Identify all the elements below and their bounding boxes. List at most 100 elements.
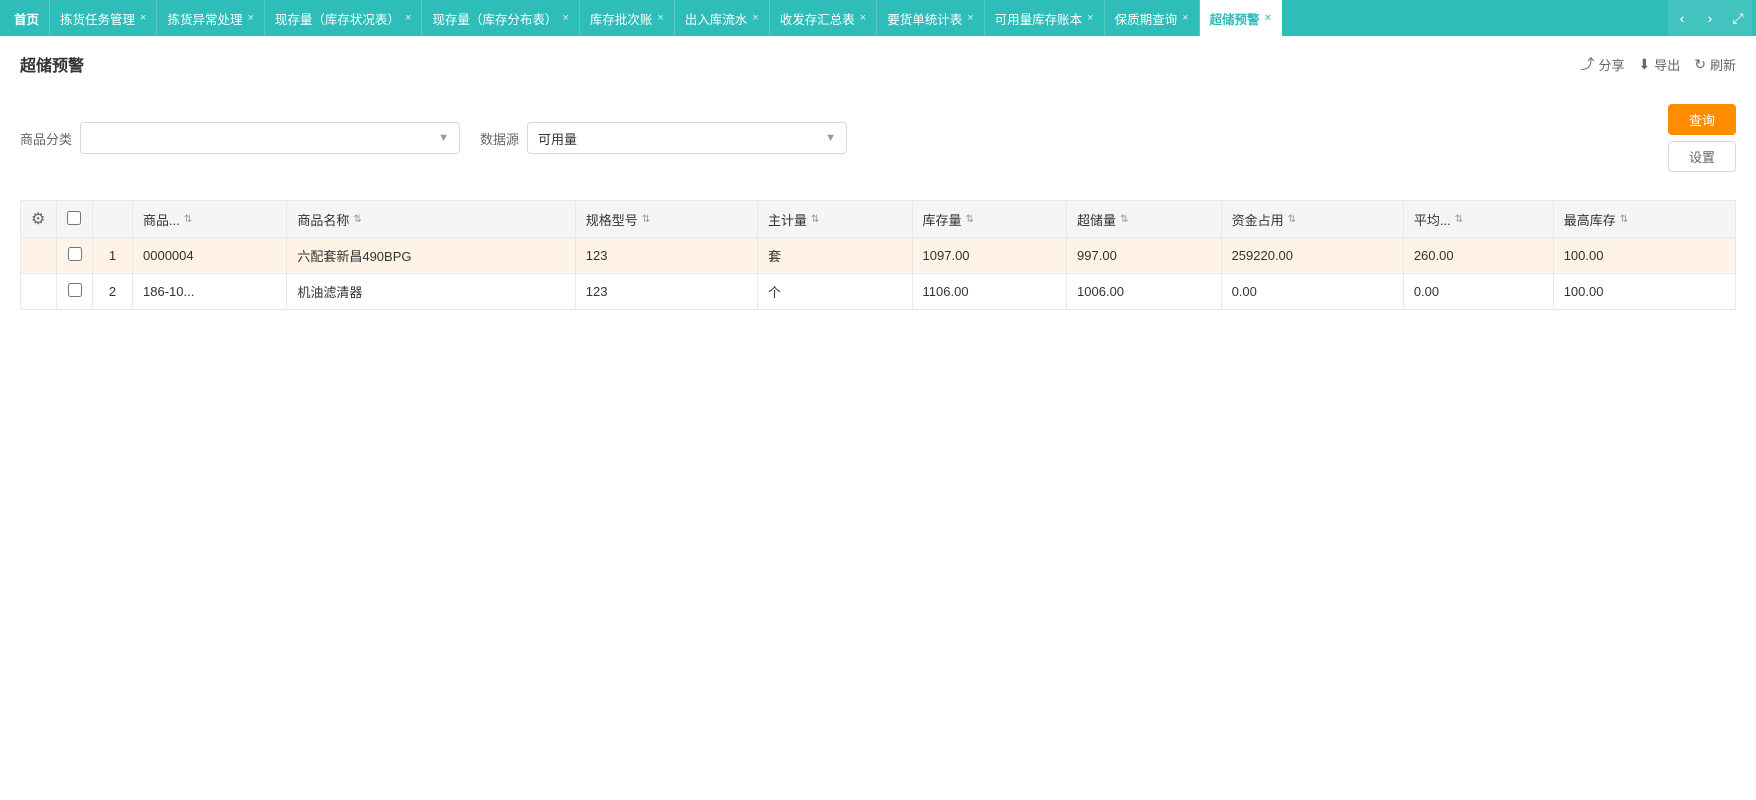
nav-abnormal[interactable]: 拣货异常处理 × — [157, 0, 264, 36]
sort-max-inventory-icon: ⇅ — [1620, 214, 1628, 225]
row1-checkbox-cell — [57, 238, 93, 274]
row2-avg: 0.00 — [1403, 274, 1553, 310]
sort-product-code-icon: ⇅ — [184, 214, 192, 225]
nav-prev-button[interactable]: ‹ — [1668, 0, 1696, 36]
select-all-checkbox[interactable] — [67, 211, 81, 225]
table-row: 2 186-10... 机油滤清器 123 个 1106.00 1006.00 … — [21, 274, 1736, 310]
close-order-stats-icon[interactable]: × — [967, 12, 973, 24]
header-actions: ⤴ 分享 ⬇ 导出 ↻ 刷新 — [1580, 54, 1736, 74]
category-filter: 商品分类 ▼ — [20, 122, 460, 154]
sort-avg-icon: ⇅ — [1455, 214, 1463, 225]
row1-product-name: 六配套新昌490BPG — [287, 238, 575, 274]
close-collect-summary-icon[interactable]: × — [860, 12, 866, 24]
page-title: 超储预警 — [20, 52, 84, 76]
data-table: ⚙ 商品... ⇅ 商品名称 ⇅ — [20, 200, 1736, 310]
col-header-capital-usage[interactable]: 资金占用 ⇅ — [1221, 201, 1403, 238]
nav-in-out-flow[interactable]: 出入库流水 × — [675, 0, 770, 36]
table-row: 1 0000004 六配套新昌490BPG 123 套 1097.00 997.… — [21, 238, 1736, 274]
row1-max-inventory: 100.00 — [1553, 238, 1735, 274]
action-buttons: 查询 设置 — [1668, 104, 1736, 172]
main-content: 超储预警 ⤴ 分享 ⬇ 导出 ↻ 刷新 商品分类 ▼ 数据源 — [0, 36, 1756, 800]
share-button[interactable]: ⤴ 分享 — [1580, 54, 1624, 74]
row2-max-inventory: 100.00 — [1553, 274, 1735, 310]
nav-inventory-dist[interactable]: 现存量（库存分布表） × — [422, 0, 579, 36]
category-select[interactable]: ▼ — [80, 122, 460, 154]
nav-home[interactable]: 首页 — [4, 0, 50, 36]
sort-inventory-icon: ⇅ — [966, 214, 974, 225]
category-label: 商品分类 — [20, 129, 72, 148]
refresh-icon: ↻ — [1694, 56, 1706, 73]
close-available-ledger-icon[interactable]: × — [1087, 12, 1093, 24]
nav-next-button[interactable]: › — [1696, 0, 1724, 36]
col-header-overstock[interactable]: 超储量 ⇅ — [1067, 201, 1222, 238]
row1-num: 1 — [93, 238, 133, 274]
share-icon: ⤴ — [1580, 54, 1594, 74]
nav-inventory-status[interactable]: 现存量（库存状况表） × — [265, 0, 422, 36]
page-header: 超储预警 ⤴ 分享 ⬇ 导出 ↻ 刷新 — [20, 52, 1736, 76]
col-header-product-code[interactable]: 商品... ⇅ — [133, 201, 287, 238]
table-header-row: ⚙ 商品... ⇅ 商品名称 ⇅ — [21, 201, 1736, 238]
row1-overstock: 997.00 — [1067, 238, 1222, 274]
export-icon: ⬇ — [1639, 56, 1651, 73]
row1-settings-cell — [21, 238, 57, 274]
nav-overstock[interactable]: 超储预警 × — [1200, 0, 1282, 36]
close-task-mgmt-icon[interactable]: × — [140, 12, 146, 24]
col-header-settings: ⚙ — [21, 201, 57, 238]
col-header-product-name[interactable]: 商品名称 ⇅ — [287, 201, 575, 238]
row1-spec: 123 — [575, 238, 757, 274]
nav-collect-summary[interactable]: 收发存汇总表 × — [770, 0, 877, 36]
col-header-unit[interactable]: 主计量 ⇅ — [758, 201, 913, 238]
sort-spec-icon: ⇅ — [642, 214, 650, 225]
refresh-button[interactable]: ↻ 刷新 — [1694, 55, 1736, 74]
col-header-spec[interactable]: 规格型号 ⇅ — [575, 201, 757, 238]
datasource-dropdown-icon: ▼ — [825, 132, 836, 144]
row2-overstock: 1006.00 — [1067, 274, 1222, 310]
close-abnormal-icon[interactable]: × — [247, 12, 253, 24]
nav-quality-period[interactable]: 保质期查询 × — [1105, 0, 1200, 36]
export-button[interactable]: ⬇ 导出 — [1639, 55, 1681, 74]
nav-order-stats[interactable]: 要货单统计表 × — [877, 0, 984, 36]
nav-task-mgmt[interactable]: 拣货任务管理 × — [50, 0, 157, 36]
row1-checkbox[interactable] — [68, 247, 82, 261]
close-batch-account-icon[interactable]: × — [657, 12, 663, 24]
row2-num: 2 — [93, 274, 133, 310]
nav-expand-button[interactable]: ⤢ — [1724, 0, 1752, 36]
row2-settings-cell — [21, 274, 57, 310]
datasource-filter: 数据源 可用量 ▼ — [480, 122, 847, 154]
row1-product-code: 0000004 — [133, 238, 287, 274]
top-navigation: 首页 拣货任务管理 × 拣货异常处理 × 现存量（库存状况表） × 现存量（库存… — [0, 0, 1756, 36]
row2-capital-usage: 0.00 — [1221, 274, 1403, 310]
sort-product-name-icon: ⇅ — [353, 214, 361, 225]
col-header-max-inventory[interactable]: 最高库存 ⇅ — [1553, 201, 1735, 238]
row2-unit: 个 — [758, 274, 913, 310]
col-header-inventory[interactable]: 库存量 ⇅ — [912, 201, 1067, 238]
row2-inventory: 1106.00 — [912, 274, 1067, 310]
category-dropdown-icon: ▼ — [438, 132, 449, 144]
col-header-checkbox — [57, 201, 93, 238]
datasource-select[interactable]: 可用量 ▼ — [527, 122, 847, 154]
settings-button[interactable]: 设置 — [1668, 141, 1736, 172]
row1-avg: 260.00 — [1403, 238, 1553, 274]
query-button[interactable]: 查询 — [1668, 104, 1736, 135]
nav-batch-account[interactable]: 库存批次账 × — [580, 0, 675, 36]
close-in-out-flow-icon[interactable]: × — [752, 12, 758, 24]
close-inventory-status-icon[interactable]: × — [405, 12, 411, 24]
sort-capital-usage-icon: ⇅ — [1288, 214, 1296, 225]
row1-inventory: 1097.00 — [912, 238, 1067, 274]
row2-product-code: 186-10... — [133, 274, 287, 310]
filter-area: 商品分类 ▼ 数据源 可用量 ▼ 查询 设置 — [20, 92, 1736, 184]
close-inventory-dist-icon[interactable]: × — [562, 12, 568, 24]
row2-checkbox[interactable] — [68, 283, 82, 297]
sort-unit-icon: ⇅ — [811, 214, 819, 225]
row1-capital-usage: 259220.00 — [1221, 238, 1403, 274]
close-quality-period-icon[interactable]: × — [1182, 12, 1188, 24]
col-header-avg[interactable]: 平均... ⇅ — [1403, 201, 1553, 238]
datasource-select-value: 可用量 — [538, 129, 577, 148]
datasource-label: 数据源 — [480, 129, 519, 148]
table-settings-gear-icon[interactable]: ⚙ — [31, 211, 45, 228]
sort-overstock-icon: ⇅ — [1120, 214, 1128, 225]
col-header-rownum — [93, 201, 133, 238]
close-overstock-icon[interactable]: × — [1265, 12, 1271, 24]
nav-arrows-container: ‹ › ⤢ — [1668, 0, 1752, 36]
nav-available-ledger[interactable]: 可用量库存账本 × — [985, 0, 1105, 36]
